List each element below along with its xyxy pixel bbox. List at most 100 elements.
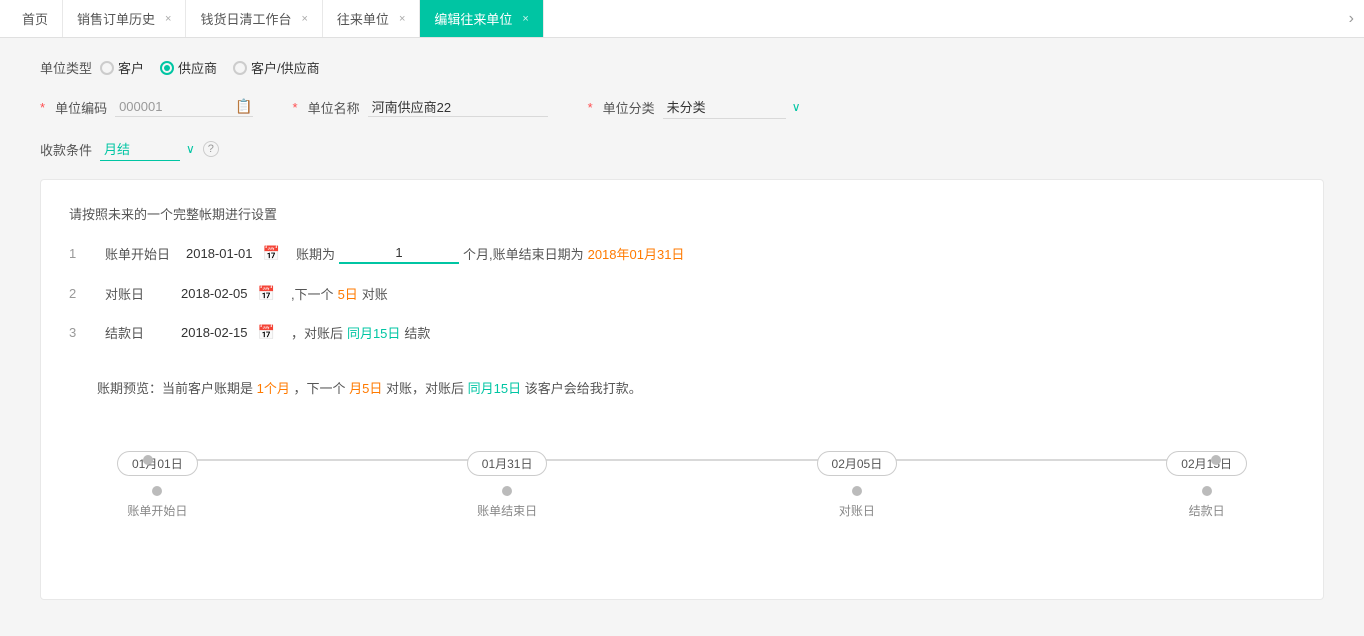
row-2-date: 2018-02-05 bbox=[181, 286, 248, 301]
row-1-suffix-pre: 账期为 bbox=[296, 244, 335, 263]
unit-code-star: * bbox=[40, 100, 45, 115]
row-3-suffix-post: 结款 bbox=[404, 323, 430, 342]
main-content: 单位类型 客户 供应商 客户/供应商 * 单位编码 bbox=[0, 38, 1364, 636]
tab-edit-partner-close[interactable]: × bbox=[522, 13, 528, 25]
radio-customer-circle bbox=[100, 61, 114, 75]
row-2-highlight: 5日 bbox=[338, 284, 358, 303]
unit-info-row: * 单位编码 📋 * 单位名称 * 单位分类 未分类 ∨ bbox=[40, 95, 1324, 119]
unit-classify-field: * 单位分类 未分类 ∨ bbox=[588, 95, 801, 119]
unit-type-field: 单位类型 客户 供应商 客户/供应商 bbox=[40, 58, 320, 77]
row-3-highlight: 同月15日 bbox=[347, 323, 400, 342]
row-2-date-wrap: 2018-02-05 📅 bbox=[181, 285, 275, 302]
setting-row-2: 2 对账日 2018-02-05 📅 ,下一个 5日 对账 bbox=[69, 284, 1295, 303]
row-3-date-wrap: 2018-02-15 📅 bbox=[181, 324, 275, 341]
preview-part2-post: 对账，对账后 bbox=[386, 381, 464, 396]
tab-partner-unit[interactable]: 往来单位 × bbox=[323, 0, 420, 37]
payment-terms-help-icon[interactable]: ? bbox=[203, 141, 219, 157]
row-1-suffix: 账期为 个月,账单结束日期为 2018年01月31日 bbox=[296, 243, 684, 264]
tab-partner-unit-close[interactable]: × bbox=[399, 13, 405, 25]
tab-bar: 首页 销售订单历史 × 钱货日清工作台 × 往来单位 × 编辑往来单位 × › bbox=[0, 0, 1364, 38]
radio-customer-supplier[interactable]: 客户/供应商 bbox=[233, 58, 320, 77]
preview-section: 账期预览：当前客户账期是 1个月 ，下一个 月5日 对账，对账后 同月15日 该… bbox=[69, 362, 1295, 575]
node-2-badge: 01月31日 bbox=[467, 451, 548, 476]
payment-terms-row: 收款条件 月结 ∨ ? bbox=[40, 137, 1324, 161]
preview-text: 账期预览：当前客户账期是 1个月 ，下一个 月5日 对账，对账后 同月15日 该… bbox=[97, 378, 1267, 397]
tab-sales-history-close[interactable]: × bbox=[165, 13, 171, 25]
row-1-suffix-mid: 个月,账单结束日期为 bbox=[463, 244, 584, 263]
node-1-dot bbox=[152, 486, 162, 496]
setting-row-1: 1 账单开始日 2018-01-01 📅 账期为 个月,账单结束日期为 2018… bbox=[69, 243, 1295, 264]
row-2-label: 对账日 bbox=[105, 284, 165, 303]
unit-type-radio-group: 客户 供应商 客户/供应商 bbox=[100, 58, 320, 77]
tab-home[interactable]: 首页 bbox=[8, 0, 63, 37]
settings-box: 请按照未来的一个完整帐期进行设置 1 账单开始日 2018-01-01 📅 账期… bbox=[40, 179, 1324, 600]
timeline-end-dot bbox=[1211, 455, 1221, 465]
unit-classify-star: * bbox=[588, 100, 593, 115]
unit-classify-label: 单位分类 bbox=[603, 98, 655, 117]
node-4-badge: 02月15日 bbox=[1166, 451, 1247, 476]
preview-part2-pre: ，下一个 bbox=[294, 381, 346, 396]
unit-classify-value: 未分类 bbox=[663, 95, 786, 119]
tab-edit-partner[interactable]: 编辑往来单位 × bbox=[420, 0, 543, 37]
timeline: 01月01日 账单开始日 01月31日 账单结束日 02月05日 bbox=[97, 421, 1267, 559]
tab-expand-button[interactable]: › bbox=[1339, 0, 1364, 37]
payment-terms-arrow-icon[interactable]: ∨ bbox=[186, 142, 195, 156]
preview-suffix: 该客户会给我打款。 bbox=[525, 381, 642, 396]
unit-classify-arrow-icon[interactable]: ∨ bbox=[792, 100, 801, 114]
tab-cash-work-close[interactable]: × bbox=[301, 13, 307, 25]
preview-part2: 月5日 bbox=[349, 381, 382, 396]
tab-sales-history[interactable]: 销售订单历史 × bbox=[63, 0, 186, 37]
node-1-badge: 01月01日 bbox=[117, 451, 198, 476]
period-input[interactable] bbox=[339, 243, 459, 264]
row-1-calendar-icon[interactable]: 📅 bbox=[263, 245, 280, 262]
payment-terms-dropdown[interactable]: 月结 ∨ bbox=[100, 137, 195, 161]
node-3-dot bbox=[852, 486, 862, 496]
row-3-suffix: ，对账后 同月15日 结款 bbox=[291, 323, 431, 342]
row-2-num: 2 bbox=[69, 286, 89, 301]
radio-customer[interactable]: 客户 bbox=[100, 58, 144, 77]
row-1-date: 2018-01-01 bbox=[186, 246, 253, 261]
tab-sales-history-label: 销售订单历史 bbox=[77, 9, 155, 28]
preview-label: 账期预览：当前客户账期是 bbox=[97, 381, 253, 396]
timeline-nodes-row: 01月01日 账单开始日 01月31日 账单结束日 02月05日 bbox=[117, 451, 1247, 519]
setting-row-3: 3 结款日 2018-02-15 📅 ，对账后 同月15日 结款 bbox=[69, 323, 1295, 342]
payment-terms-label: 收款条件 bbox=[40, 140, 92, 159]
unit-code-icon[interactable]: 📋 bbox=[235, 98, 252, 115]
radio-customer-label: 客户 bbox=[118, 58, 144, 77]
timeline-node-4: 02月15日 结款日 bbox=[1166, 451, 1247, 519]
unit-name-input[interactable] bbox=[368, 97, 548, 117]
radio-supplier-label: 供应商 bbox=[178, 58, 217, 77]
timeline-start-dot bbox=[143, 455, 153, 465]
tab-cash-work[interactable]: 钱货日清工作台 × bbox=[186, 0, 322, 37]
unit-type-label: 单位类型 bbox=[40, 58, 92, 77]
node-2-label: 账单结束日 bbox=[477, 502, 537, 519]
tab-edit-partner-label: 编辑往来单位 bbox=[434, 9, 512, 28]
row-2-suffix-pre: ,下一个 bbox=[291, 284, 334, 303]
timeline-node-2: 01月31日 账单结束日 bbox=[467, 451, 548, 519]
unit-code-input[interactable] bbox=[115, 97, 235, 116]
row-3-num: 3 bbox=[69, 325, 89, 340]
timeline-node-1: 01月01日 账单开始日 bbox=[117, 451, 198, 519]
radio-supplier[interactable]: 供应商 bbox=[160, 58, 217, 77]
tab-cash-work-label: 钱货日清工作台 bbox=[200, 9, 291, 28]
node-3-label: 对账日 bbox=[839, 502, 875, 519]
row-3-calendar-icon[interactable]: 📅 bbox=[258, 324, 275, 341]
row-3-label: 结款日 bbox=[105, 323, 165, 342]
node-1-label: 账单开始日 bbox=[127, 502, 187, 519]
node-3-badge: 02月05日 bbox=[817, 451, 898, 476]
node-4-dot bbox=[1202, 486, 1212, 496]
unit-classify-dropdown[interactable]: 未分类 ∨ bbox=[663, 95, 801, 119]
unit-code-label: 单位编码 bbox=[55, 98, 107, 117]
preview-part1: 1个月 bbox=[257, 381, 290, 396]
radio-customer-supplier-label: 客户/供应商 bbox=[251, 58, 320, 77]
row-1-date-wrap: 2018-01-01 📅 bbox=[186, 245, 280, 262]
unit-type-row: 单位类型 客户 供应商 客户/供应商 bbox=[40, 58, 1324, 77]
tab-home-label: 首页 bbox=[22, 9, 48, 28]
row-2-calendar-icon[interactable]: 📅 bbox=[258, 285, 275, 302]
unit-name-label: 单位名称 bbox=[308, 98, 360, 117]
payment-terms-value: 月结 bbox=[100, 137, 180, 161]
row-1-label: 账单开始日 bbox=[105, 244, 170, 263]
row-3-date: 2018-02-15 bbox=[181, 325, 248, 340]
unit-code-field: * 单位编码 📋 bbox=[40, 97, 253, 117]
row-2-suffix: ,下一个 5日 对账 bbox=[291, 284, 388, 303]
